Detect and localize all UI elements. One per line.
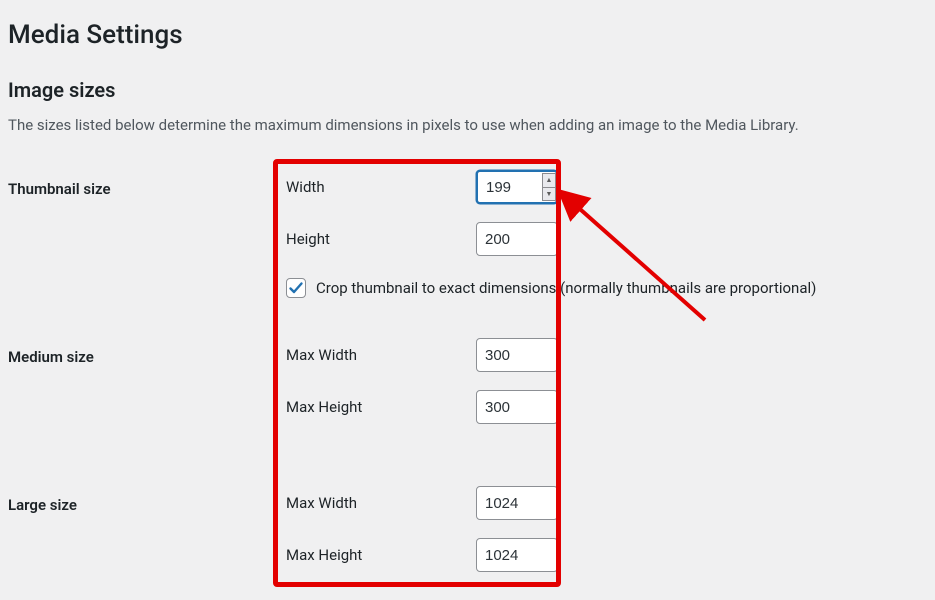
thumbnail-crop-checkbox[interactable] <box>286 278 306 298</box>
thumbnail-crop-label[interactable]: Crop thumbnail to exact dimensions (norm… <box>316 279 816 297</box>
section-heading: Image sizes <box>8 78 927 102</box>
medium-width-label: Max Width <box>286 346 476 364</box>
medium-height-input[interactable] <box>476 390 558 424</box>
thumbnail-height-input[interactable] <box>476 222 558 256</box>
large-width-label: Max Width <box>286 494 476 512</box>
section-description: The sizes listed below determine the max… <box>8 116 927 134</box>
large-height-label: Max Height <box>286 546 476 564</box>
thumbnail-height-label: Height <box>286 230 476 248</box>
checkmark-icon <box>288 280 304 296</box>
medium-size-heading: Medium size <box>8 338 286 366</box>
medium-width-input[interactable] <box>476 338 558 372</box>
number-stepper[interactable]: ▲ ▼ <box>542 172 556 202</box>
large-height-input[interactable] <box>476 538 558 572</box>
large-size-heading: Large size <box>8 486 286 514</box>
thumbnail-width-label: Width <box>286 178 476 196</box>
large-width-input[interactable] <box>476 486 558 520</box>
page-title: Media Settings <box>8 20 927 50</box>
stepper-up-icon[interactable]: ▲ <box>542 173 556 187</box>
medium-height-label: Max Height <box>286 398 476 416</box>
thumbnail-size-heading: Thumbnail size <box>8 170 286 198</box>
stepper-down-icon[interactable]: ▼ <box>542 187 556 201</box>
